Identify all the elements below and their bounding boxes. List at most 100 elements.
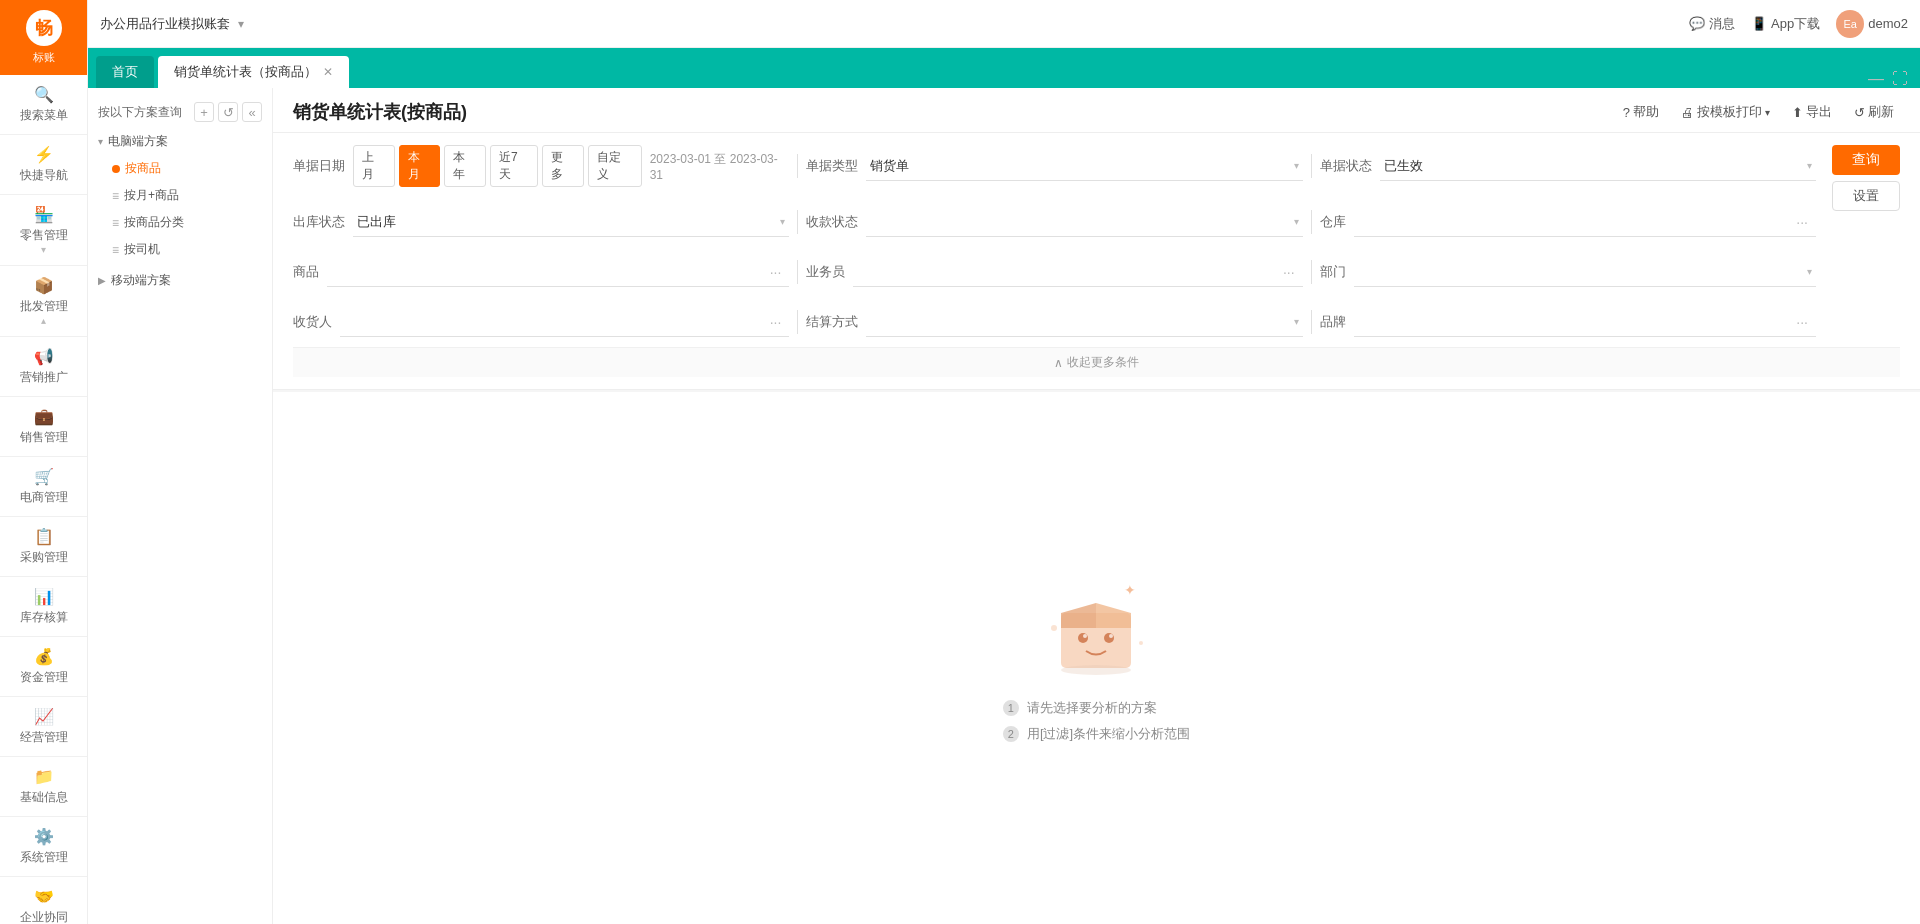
tree-item-by-month-product[interactable]: ≡ 按月+商品 <box>88 182 272 209</box>
filter-payment-field: 结算方式 ▾ <box>806 307 1302 337</box>
date-btn-7days[interactable]: 近7天 <box>490 145 538 187</box>
minimize-icon[interactable]: — <box>1868 70 1884 88</box>
marketing-icon: 📢 <box>34 347 54 366</box>
filter-date-field: 单据日期 上月 本月 本年 近7天 更多 自定义 2023-03-01 至 20… <box>293 145 789 187</box>
sidebar-item-marketing[interactable]: 📢 营销推广 <box>0 337 87 397</box>
tree-group-mobile-label: 移动端方案 <box>111 272 171 289</box>
empty-hint-2: 2 用[过滤]条件来缩小分析范围 <box>1003 725 1190 743</box>
divider7 <box>797 310 798 334</box>
help-button[interactable]: ? 帮助 <box>1617 101 1665 123</box>
refresh-scheme-button[interactable]: ↺ <box>218 102 238 122</box>
filter-panel-label: 按以下方案查询 <box>98 104 182 121</box>
sidebar-item-finance[interactable]: 💰 资金管理 <box>0 637 87 697</box>
tree-item-by-product-label: 按商品 <box>125 160 161 177</box>
tab-report[interactable]: 销货单统计表（按商品） ✕ <box>158 56 349 88</box>
wholesale-icon: 📦 <box>34 276 54 295</box>
refresh-icon: ↺ <box>223 105 234 120</box>
department-dropdown-icon: ▾ <box>1807 266 1812 277</box>
tab-close-icon[interactable]: ✕ <box>323 65 333 79</box>
salesperson-input[interactable]: ··· <box>853 257 1302 287</box>
receipt-status-input[interactable]: ▾ <box>866 207 1302 237</box>
type-input[interactable]: 销货单 ▾ <box>866 151 1302 181</box>
status-input[interactable]: 已生效 ▾ <box>1380 151 1816 181</box>
sidebar-item-inventory[interactable]: 📊 库存核算 <box>0 577 87 637</box>
product-label: 商品 <box>293 263 327 281</box>
department-label: 部门 <box>1320 263 1354 281</box>
divider5 <box>797 260 798 284</box>
page-title: 销货单统计表(按商品) <box>293 100 467 124</box>
filter-receipt-status-field: 收款状态 ▾ <box>806 207 1302 237</box>
department-input[interactable]: ▾ <box>1354 257 1816 287</box>
sidebar-item-ecommerce[interactable]: 🛒 电商管理 <box>0 457 87 517</box>
warehouse-dots-icon[interactable]: ··· <box>1792 214 1812 230</box>
tree-item-by-cashier[interactable]: ≡ 按司机 <box>88 236 272 263</box>
empty-state: ✦ 1 请先选择要分析的方案 <box>1003 573 1190 743</box>
svg-marker-1 <box>1061 603 1096 628</box>
settings-button[interactable]: 设置 <box>1832 181 1900 211</box>
warehouse-input[interactable]: ··· <box>1354 207 1816 237</box>
tree-item-by-product[interactable]: 按商品 <box>88 155 272 182</box>
ecommerce-icon: 🛒 <box>34 467 54 486</box>
sidebar-item-search[interactable]: 🔍 搜索菜单 <box>0 75 87 135</box>
app-download-button[interactable]: 📱 App下载 <box>1751 15 1820 33</box>
filter-area: 单据日期 上月 本月 本年 近7天 更多 自定义 2023-03-01 至 20… <box>273 133 1920 390</box>
payment-input[interactable]: ▾ <box>866 307 1302 337</box>
filter-row-4: 收货人 ··· 结算方式 ▾ <box>293 307 1816 337</box>
sidebar-item-system[interactable]: ⚙️ 系统管理 <box>0 817 87 877</box>
date-btn-more[interactable]: 更多 <box>542 145 584 187</box>
divider1 <box>797 154 798 178</box>
sidebar-item-purchase[interactable]: 📋 采购管理 <box>0 517 87 577</box>
payment-label: 结算方式 <box>806 313 866 331</box>
filter-salesperson-field: 业务员 ··· <box>806 257 1302 287</box>
receiver-dots-icon[interactable]: ··· <box>766 314 786 330</box>
maximize-icon[interactable]: ⛶ <box>1892 70 1908 88</box>
svg-point-9 <box>1139 641 1143 645</box>
tree-group-desktop-header[interactable]: ▾ 电脑端方案 <box>88 128 272 155</box>
tree-item-icon3: ≡ <box>112 243 119 257</box>
tab-home[interactable]: 首页 <box>96 56 154 88</box>
tree-group-desktop: ▾ 电脑端方案 按商品 ≡ 按月+商品 ≡ 按商品分类 ≡ 按司机 <box>88 128 272 263</box>
message-button[interactable]: 💬 消息 <box>1689 15 1735 33</box>
warehouse-status-input[interactable]: 已出库 ▾ <box>353 207 789 237</box>
sidebar-item-quick-nav[interactable]: ⚡ 快捷导航 <box>0 135 87 195</box>
finance-icon: 💰 <box>34 647 54 666</box>
topbar-title: 办公用品行业模拟账套 <box>100 15 230 33</box>
product-input[interactable]: ··· <box>327 257 789 287</box>
sidebar-logo[interactable]: 畅 标账 <box>0 0 88 75</box>
sidebar-item-operations[interactable]: 📈 经营管理 <box>0 697 87 757</box>
date-btn-last-month[interactable]: 上月 <box>353 145 395 187</box>
receiver-input[interactable]: ··· <box>340 307 789 337</box>
date-btn-this-year[interactable]: 本年 <box>444 145 486 187</box>
sidebar-item-basic[interactable]: 📁 基础信息 <box>0 757 87 817</box>
empty-svg: ✦ <box>1036 573 1156 683</box>
logo-text: 标账 <box>33 50 55 65</box>
sidebar-item-sales[interactable]: 💼 销售管理 <box>0 397 87 457</box>
tree-group-mobile-header[interactable]: ▶ 移动端方案 <box>88 267 272 294</box>
export-button[interactable]: ⬆ 导出 <box>1786 101 1838 123</box>
purchase-icon: 📋 <box>34 527 54 546</box>
empty-hint-1: 1 请先选择要分析的方案 <box>1003 699 1190 717</box>
inventory-icon: 📊 <box>34 587 54 606</box>
sidebar-item-wholesale[interactable]: 📦 批发管理 ▴ <box>0 266 87 337</box>
receipt-status-label: 收款状态 <box>806 213 866 231</box>
brand-dots-icon[interactable]: ··· <box>1792 314 1812 330</box>
date-btn-this-month[interactable]: 本月 <box>399 145 441 187</box>
tree-item-by-category[interactable]: ≡ 按商品分类 <box>88 209 272 236</box>
brand-input[interactable]: ··· <box>1354 307 1816 337</box>
action-buttons: 查询 设置 <box>1816 145 1900 211</box>
collapse-filters-button[interactable]: ∧ 收起更多条件 <box>293 347 1900 377</box>
retail-arrow: ▾ <box>41 244 46 255</box>
refresh-button[interactable]: ↺ 刷新 <box>1848 101 1900 123</box>
query-button[interactable]: 查询 <box>1832 145 1900 175</box>
sidebar-item-enterprise[interactable]: 🤝 企业协同 <box>0 877 87 924</box>
filter-panel-header: 按以下方案查询 + ↺ « <box>88 96 272 128</box>
date-btn-custom[interactable]: 自定义 <box>588 145 642 187</box>
product-dots-icon[interactable]: ··· <box>766 264 786 280</box>
sidebar-item-retail[interactable]: 🏪 零售管理 ▾ <box>0 195 87 266</box>
add-scheme-button[interactable]: + <box>194 102 214 122</box>
print-button[interactable]: 🖨 按模板打印 ▾ <box>1675 101 1776 123</box>
user-menu[interactable]: Ea demo2 <box>1836 10 1908 38</box>
salesperson-dots-icon[interactable]: ··· <box>1279 264 1299 280</box>
topbar-dropdown-arrow[interactable]: ▾ <box>238 17 244 31</box>
collapse-panel-button[interactable]: « <box>242 102 262 122</box>
